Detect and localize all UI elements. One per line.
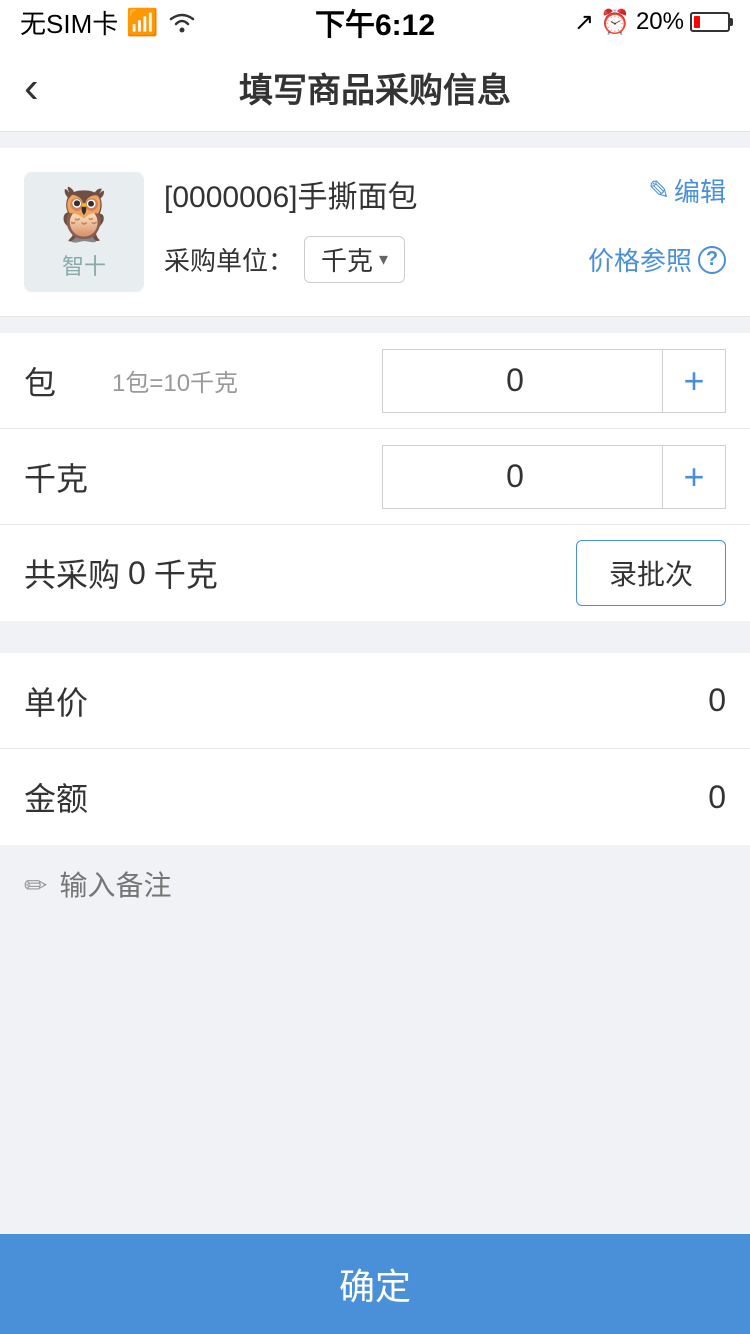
bottom-space: [0, 926, 750, 1234]
wifi-icon: [167, 11, 197, 33]
unit-price-label: 单价: [24, 678, 88, 724]
bao-sublabel: 1包=10千克: [112, 363, 238, 398]
unit-price-value: 0: [708, 682, 726, 719]
sim-icon: 📶: [126, 7, 158, 38]
total-value: 0: [128, 555, 146, 592]
battery-icon: [690, 12, 730, 32]
confirm-button[interactable]: 确定: [0, 1234, 750, 1334]
owl-icon: 🦉: [52, 184, 117, 245]
status-time: 下午6:12: [315, 0, 435, 44]
product-card: 🦉 智十 [0000006]手撕面包 采购单位： 千克 ▾ 价格参照 ? ✎ 编…: [0, 148, 750, 317]
kg-row: 千克 +: [0, 429, 750, 525]
product-info: [0000006]手撕面包 采购单位： 千克 ▾ 价格参照 ?: [164, 172, 726, 283]
product-image: 🦉 智十: [24, 172, 144, 292]
price-ref-icon: ?: [698, 246, 726, 274]
alarm-icon: ⏰: [600, 8, 630, 37]
remarks-section[interactable]: ✏: [0, 845, 750, 926]
back-icon: ‹: [24, 63, 39, 113]
carrier-label: 无SIM卡: [20, 4, 118, 41]
amount-value: 0: [708, 779, 726, 816]
unit-value: 千克: [321, 241, 373, 278]
bao-plus-icon: +: [683, 360, 704, 402]
kg-input-container: +: [104, 445, 726, 509]
page-title: 填写商品采购信息: [239, 63, 511, 112]
status-left: 无SIM卡 📶: [20, 4, 197, 41]
batch-button[interactable]: 录批次: [576, 540, 726, 606]
total-text: 共采购 0 千克: [24, 550, 218, 596]
kg-input[interactable]: [382, 445, 662, 509]
bao-input-container: +: [238, 349, 726, 413]
status-right: ↗ ⏰ 20%: [574, 8, 730, 37]
edit-button[interactable]: ✎ 编辑: [648, 172, 726, 209]
unit-label-text: 采购单位：: [164, 241, 294, 278]
bao-input[interactable]: [382, 349, 662, 413]
unit-price-row: 单价 0: [0, 653, 750, 749]
total-label: 共采购: [24, 550, 120, 596]
bao-label: 包: [24, 358, 104, 404]
nav-bar: ‹ 填写商品采购信息: [0, 44, 750, 132]
remarks-input[interactable]: [59, 870, 726, 902]
price-ref-button[interactable]: 价格参照 ?: [588, 241, 726, 278]
amount-label: 金额: [24, 774, 88, 820]
back-button[interactable]: ‹: [24, 63, 39, 113]
input-section: 包 1包=10千克 + 千克 + 共采购 0 千克 录批次: [0, 333, 750, 621]
battery-percent: 20%: [636, 8, 684, 36]
status-bar: 无SIM卡 📶 下午6:12 ↗ ⏰ 20%: [0, 0, 750, 44]
amount-row: 金额 0: [0, 749, 750, 845]
bao-row: 包 1包=10千克 +: [0, 333, 750, 429]
separator-2: [0, 621, 750, 637]
unit-arrow-icon: ▾: [379, 249, 388, 270]
kg-plus-icon: +: [683, 456, 704, 498]
product-unit: 采购单位： 千克 ▾: [164, 236, 405, 283]
location-icon: ↗: [574, 8, 594, 37]
bao-plus-button[interactable]: +: [662, 349, 726, 413]
unit-select[interactable]: 千克 ▾: [304, 236, 405, 283]
total-row: 共采购 0 千克 录批次: [0, 525, 750, 621]
kg-plus-button[interactable]: +: [662, 445, 726, 509]
logo-label: 智十: [62, 249, 106, 281]
separator-1: [0, 317, 750, 333]
product-meta: 采购单位： 千克 ▾ 价格参照 ?: [164, 236, 726, 283]
info-section: 单价 0 金额 0: [0, 653, 750, 845]
product-image-inner: 🦉 智十: [44, 192, 124, 272]
pencil-icon: ✏: [24, 869, 47, 902]
edit-icon: ✎: [648, 175, 670, 206]
product-full-name: [0000006]手撕面包: [164, 172, 726, 216]
price-ref-label: 价格参照: [588, 241, 692, 278]
total-unit: 千克: [154, 550, 218, 596]
kg-label: 千克: [24, 454, 104, 500]
edit-label: 编辑: [674, 172, 726, 209]
